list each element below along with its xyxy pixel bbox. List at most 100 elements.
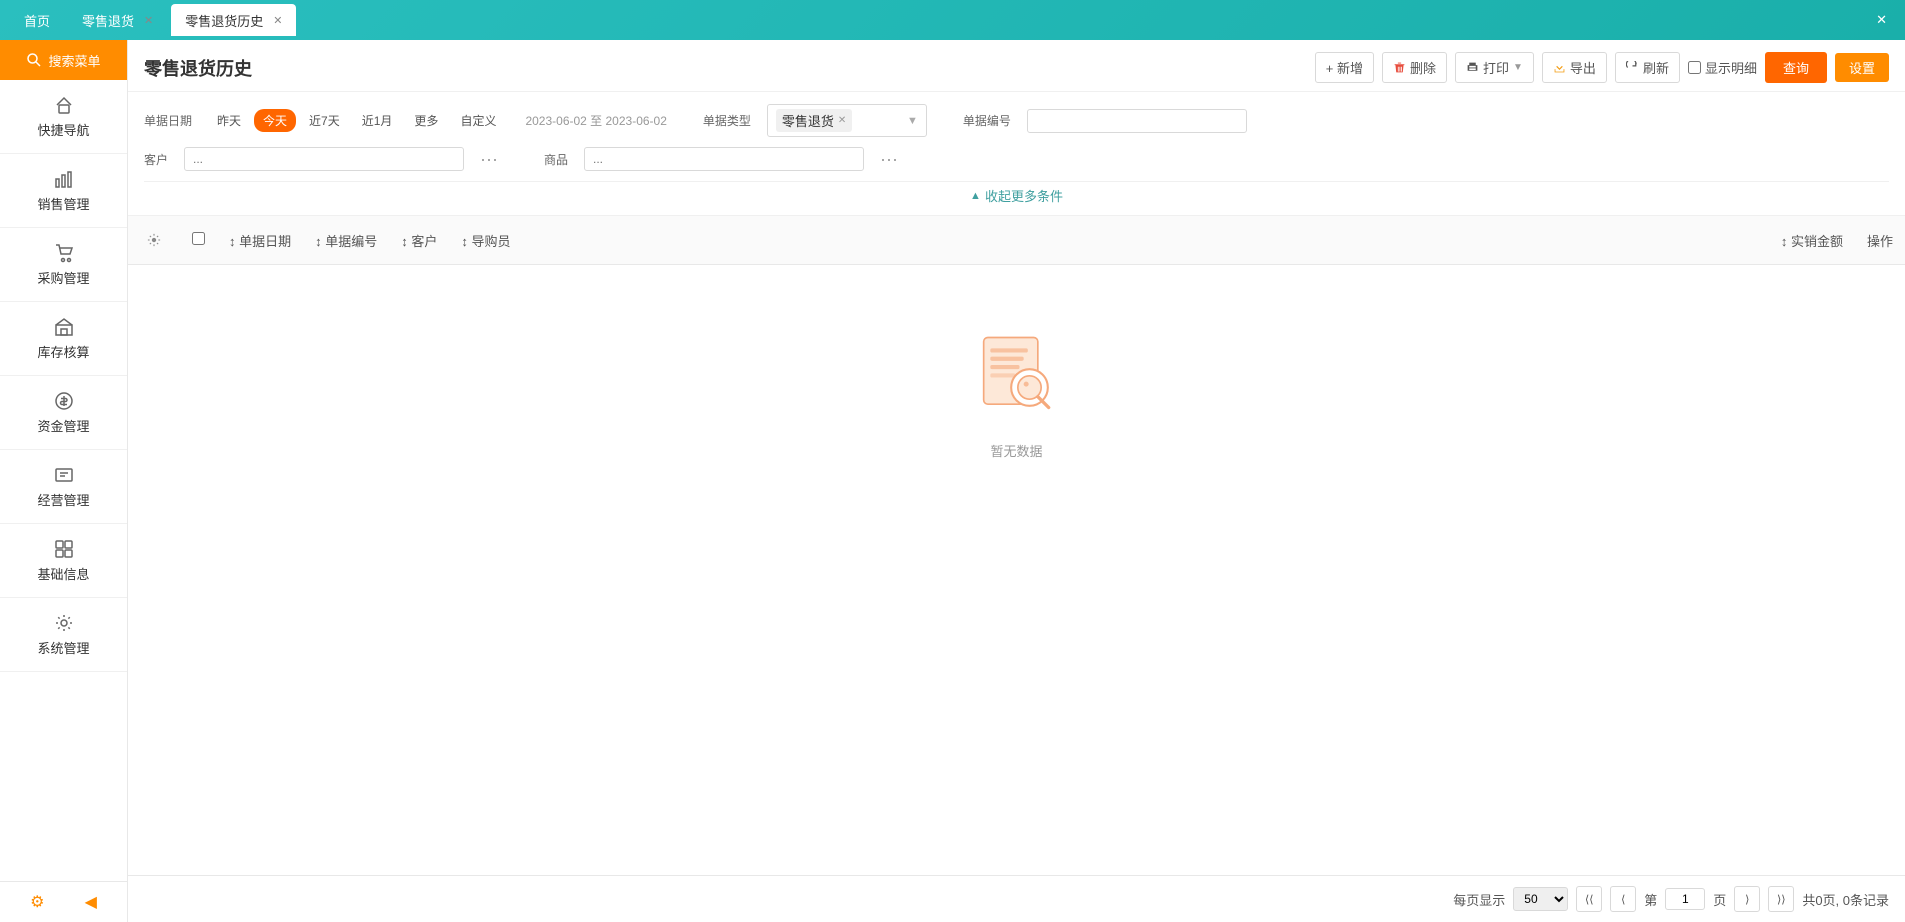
customer-ellipsis[interactable]: ··· — [480, 150, 498, 168]
home-icon — [53, 94, 75, 116]
export-button-label: 导出 — [1570, 58, 1596, 77]
delete-button[interactable]: 删除 — [1382, 52, 1447, 83]
header-actions: + 新增 删除 打印 ▼ 导出 刷新 — [1315, 52, 1889, 83]
tab-retail-return-close[interactable]: ✕ — [144, 14, 153, 27]
refresh-button[interactable]: 刷新 — [1615, 52, 1680, 83]
sidebar-item-system-mgmt[interactable]: 系统管理 — [0, 598, 127, 672]
sidebar-item-quick-nav[interactable]: 快捷导航 — [0, 80, 127, 154]
show-detail-label: 显示明细 — [1705, 58, 1757, 77]
window-close-button[interactable]: ✕ — [1868, 8, 1895, 32]
voucher-no-input[interactable] — [1027, 109, 1247, 133]
date-btn-more[interactable]: 更多 — [405, 109, 447, 132]
select-all-checkbox[interactable] — [192, 232, 205, 245]
date-range-display: 2023-06-02 至 2023-06-02 — [525, 112, 666, 129]
new-button[interactable]: + 新增 — [1315, 52, 1374, 83]
print-button[interactable]: 打印 ▼ — [1455, 52, 1534, 83]
voucher-type-select[interactable]: 零售退货 ✕ ▼ — [767, 104, 927, 137]
sidebar-item-system-mgmt-label: 系统管理 — [37, 638, 89, 657]
empty-text: 暂无数据 — [990, 441, 1042, 460]
tab-retail-return-history[interactable]: 零售退货历史 ✕ — [171, 4, 296, 36]
new-button-label: + 新增 — [1326, 58, 1363, 77]
page-next-button[interactable]: ⟩ — [1734, 886, 1760, 912]
sidebar-bottom: ⚙ ◀ — [0, 881, 127, 922]
query-button[interactable]: 查询 — [1765, 52, 1827, 83]
page-size-label: 每页显示 — [1453, 890, 1505, 909]
th-no-label: ↕ 单据编号 — [315, 234, 377, 249]
delete-button-label: 删除 — [1410, 58, 1436, 77]
setting-button[interactable]: 设置 — [1835, 53, 1889, 82]
sidebar-item-sales-mgmt-label: 销售管理 — [37, 194, 89, 213]
total-records: 共0页, 0条记录 — [1802, 890, 1889, 909]
customer-input[interactable] — [184, 147, 464, 171]
tab-retail-return[interactable]: 零售退货 ✕ — [68, 4, 167, 36]
goods-input[interactable] — [584, 147, 864, 171]
date-btn-7days[interactable]: 近7天 — [300, 109, 349, 132]
collapse-button[interactable]: ▲ 收起更多条件 — [144, 181, 1889, 209]
search-icon — [26, 52, 42, 68]
sidebar-item-purchase-mgmt[interactable]: 采购管理 — [0, 228, 127, 302]
sidebar: 搜索菜单 快捷导航 销售管理 — [0, 40, 128, 922]
th-checkbox[interactable] — [180, 216, 217, 265]
collapse-up-icon: ▲ — [970, 190, 981, 202]
show-detail-checkbox-label[interactable]: 显示明细 — [1688, 58, 1757, 77]
operation-icon — [53, 464, 75, 486]
voucher-type-label: 单据类型 — [703, 112, 751, 129]
tab-home[interactable]: 首页 — [10, 4, 64, 36]
delete-icon — [1393, 61, 1406, 74]
page-jump-label: 第 — [1644, 890, 1657, 909]
page-input[interactable] — [1665, 888, 1705, 910]
table-area: ↕ 单据日期 ↕ 单据编号 ↕ 客户 ↕ 导购员 ↕ — [128, 216, 1905, 875]
audio-bottom-icon[interactable]: ◀ — [85, 892, 97, 912]
sidebar-item-finance-mgmt[interactable]: 资金管理 — [0, 376, 127, 450]
print-button-label: 打印 — [1483, 58, 1509, 77]
finance-icon — [53, 390, 75, 412]
gear-bottom-icon[interactable]: ⚙ — [30, 892, 44, 912]
show-detail-checkbox[interactable] — [1688, 61, 1701, 74]
th-amount-label: ↕ 实销金额 — [1781, 234, 1843, 249]
print-dropdown-icon[interactable]: ▼ — [1513, 62, 1523, 73]
date-filter-label: 单据日期 — [144, 112, 192, 129]
date-btn-1month[interactable]: 近1月 — [353, 109, 402, 132]
sidebar-item-operation-mgmt[interactable]: 经营管理 — [0, 450, 127, 524]
voucher-type-tag-close[interactable]: ✕ — [838, 115, 846, 126]
sidebar-search-label: 搜索菜单 — [48, 51, 100, 70]
export-button[interactable]: 导出 — [1542, 52, 1607, 83]
sidebar-item-basic-info[interactable]: 基础信息 — [0, 524, 127, 598]
voucher-type-value: 零售退货 — [782, 111, 834, 130]
date-btn-yesterday[interactable]: 昨天 — [208, 109, 250, 132]
page-prev-button[interactable]: ⟨ — [1610, 886, 1636, 912]
shopping-icon — [53, 242, 75, 264]
settings-icon — [147, 233, 161, 247]
th-action-label: 操作 — [1867, 234, 1893, 249]
top-bar: 首页 零售退货 ✕ 零售退货历史 ✕ ✕ — [0, 0, 1905, 40]
page-title: 零售退货历史 — [144, 55, 1315, 81]
sidebar-item-operation-mgmt-label: 经营管理 — [37, 490, 89, 509]
th-settings — [128, 216, 180, 265]
date-shortcuts: 昨天 今天 近7天 近1月 更多 自定义 — [208, 109, 505, 132]
tab-retail-return-history-close[interactable]: ✕ — [273, 14, 282, 27]
page-first-button[interactable]: ⟨⟨ — [1576, 886, 1602, 912]
voucher-type-dropdown-icon[interactable]: ▼ — [907, 115, 918, 127]
th-customer-label: ↕ 客户 — [401, 234, 437, 249]
print-icon — [1466, 61, 1479, 74]
customer-filter-label: 客户 — [144, 151, 168, 168]
th-date: ↕ 单据日期 — [217, 216, 303, 265]
th-customer: ↕ 客户 — [389, 216, 449, 265]
date-btn-custom[interactable]: 自定义 — [451, 109, 505, 132]
empty-state: 暂无数据 — [128, 265, 1905, 520]
page-last-button[interactable]: ⟩⟩ — [1768, 886, 1794, 912]
sidebar-search[interactable]: 搜索菜单 — [0, 40, 127, 80]
th-date-label: ↕ 单据日期 — [229, 234, 291, 249]
page-size-select[interactable]: 50 20 100 — [1513, 887, 1568, 911]
sidebar-item-inventory[interactable]: 库存核算 — [0, 302, 127, 376]
voucher-no-label: 单据编号 — [963, 112, 1011, 129]
th-amount: ↕ 实销金额 — [1769, 216, 1855, 265]
refresh-icon — [1626, 61, 1639, 74]
date-btn-today[interactable]: 今天 — [254, 109, 296, 132]
chart-icon — [53, 168, 75, 190]
tab-home-label: 首页 — [24, 11, 50, 30]
sidebar-item-sales-mgmt[interactable]: 销售管理 — [0, 154, 127, 228]
table-settings-button[interactable] — [140, 226, 168, 254]
th-guide-label: ↕ 导购员 — [461, 234, 510, 249]
goods-ellipsis[interactable]: ··· — [880, 150, 898, 168]
